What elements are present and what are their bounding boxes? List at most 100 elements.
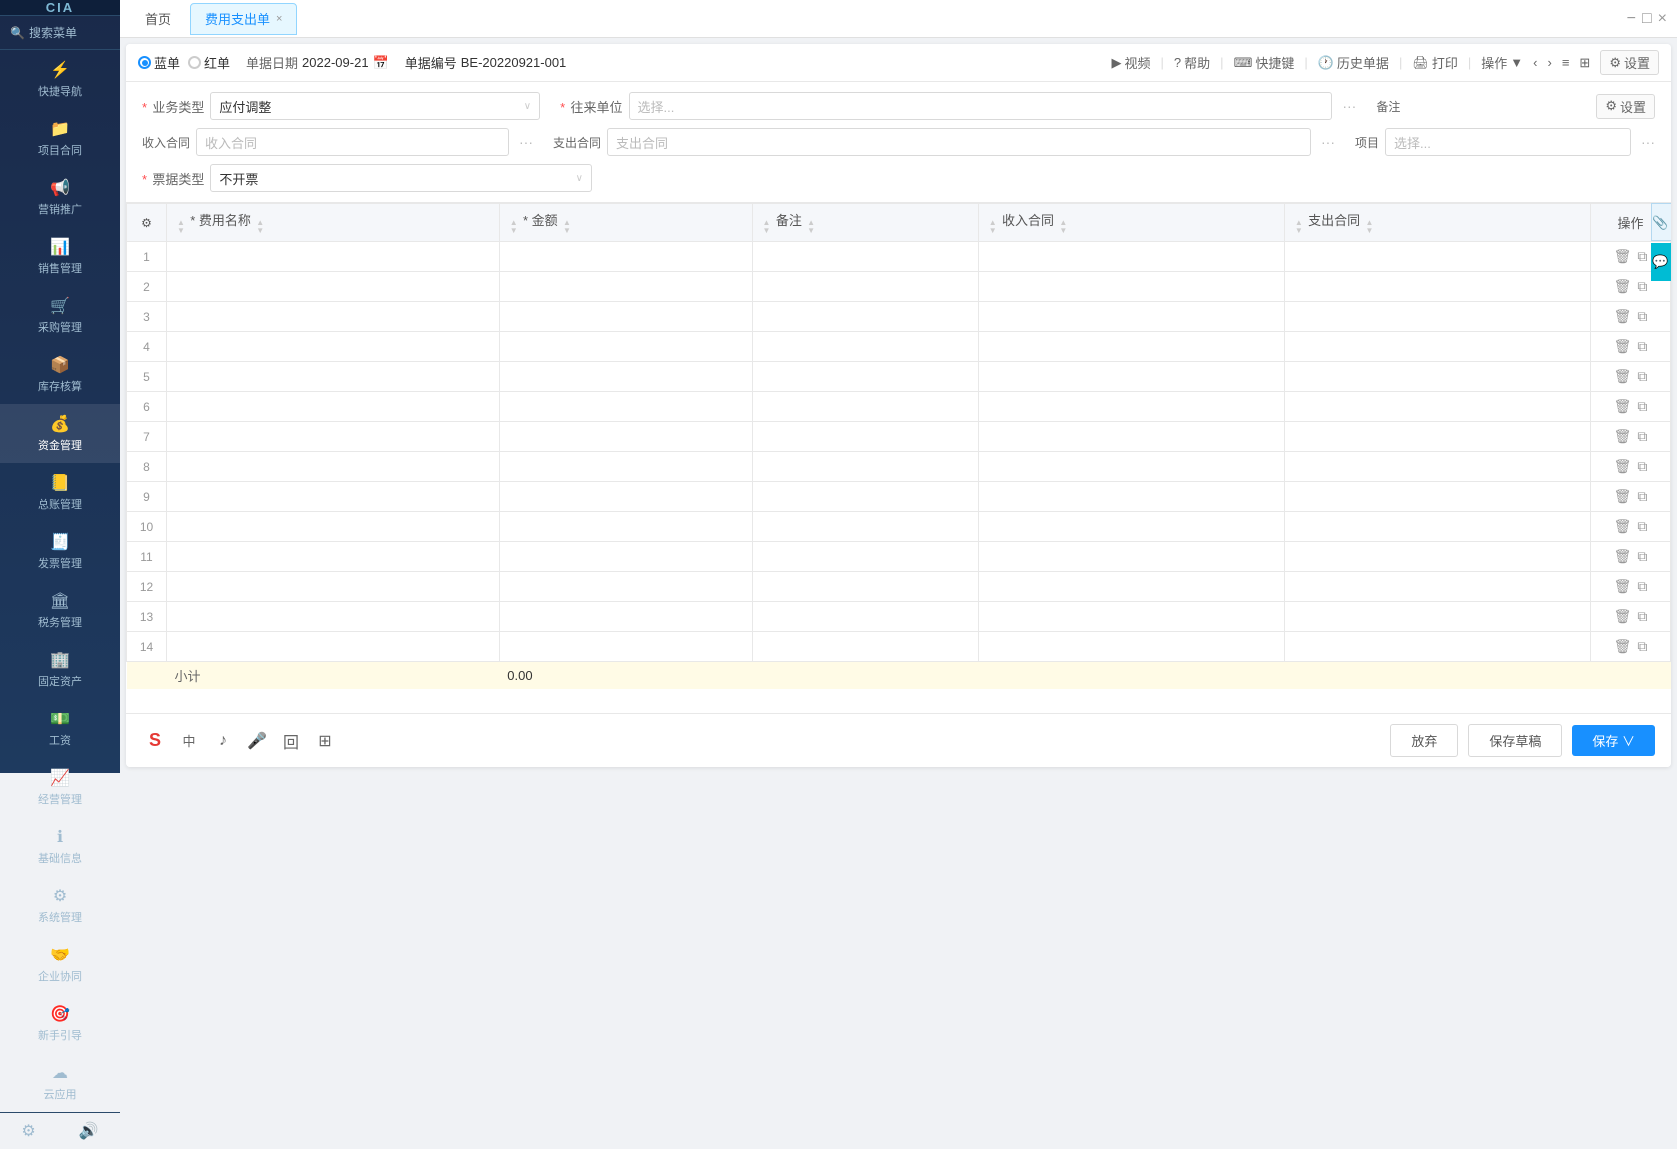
row-expense-name[interactable] <box>167 542 500 572</box>
row-expense-contract[interactable] <box>1284 572 1590 602</box>
row-expense-name[interactable] <box>167 422 500 452</box>
copy-icon[interactable]: ⧉ <box>1637 338 1647 355</box>
business-type-select[interactable]: 应付调整 ∨ <box>210 92 540 120</box>
row-amount[interactable] <box>499 632 752 662</box>
copy-icon[interactable]: ⧉ <box>1637 398 1647 415</box>
radio-blue-bill[interactable]: 蓝单 <box>138 53 180 72</box>
delete-icon[interactable]: 🗑 <box>1614 638 1632 655</box>
row-expense-name[interactable] <box>167 512 500 542</box>
row-income-contract[interactable] <box>978 542 1284 572</box>
footer-mic-icon[interactable]: 🎤 <box>244 728 270 754</box>
row-amount[interactable] <box>499 272 752 302</box>
counterparty-more-icon[interactable]: ··· <box>1342 98 1356 114</box>
row-amount[interactable] <box>499 452 752 482</box>
col-settings[interactable]: ⚙ <box>127 204 167 242</box>
delete-icon[interactable]: 🗑 <box>1614 578 1632 595</box>
row-expense-contract[interactable] <box>1284 632 1590 662</box>
row-amount[interactable] <box>499 302 752 332</box>
delete-icon[interactable]: 🗑 <box>1614 608 1632 625</box>
row-amount[interactable] <box>499 572 752 602</box>
row-expense-contract[interactable] <box>1284 602 1590 632</box>
delete-icon[interactable]: 🗑 <box>1614 458 1632 475</box>
float-green-btn[interactable]: 💬 <box>1651 243 1671 281</box>
print-btn[interactable]: 🖨 打印 <box>1412 53 1458 72</box>
delete-icon[interactable]: 🗑 <box>1614 248 1632 265</box>
row-notes[interactable] <box>752 602 978 632</box>
sidebar-settings-icon[interactable]: ⚙ <box>21 1121 35 1141</box>
footer-zh-icon[interactable]: 中 <box>176 728 202 754</box>
row-notes[interactable] <box>752 272 978 302</box>
save-button[interactable]: 保存 ∨ <box>1572 725 1655 756</box>
copy-icon[interactable]: ⧉ <box>1637 578 1647 595</box>
sidebar-item-accounting[interactable]: 📒 总账管理 <box>0 463 120 522</box>
income-contract-input[interactable]: 收入合同 <box>196 128 509 156</box>
sidebar-item-sales[interactable]: 📊 销售管理 <box>0 227 120 286</box>
row-expense-name[interactable] <box>167 392 500 422</box>
delete-icon[interactable]: 🗑 <box>1614 338 1632 355</box>
row-income-contract[interactable] <box>978 482 1284 512</box>
discard-button[interactable]: 放弃 <box>1390 724 1458 757</box>
row-amount[interactable] <box>499 242 752 272</box>
row-notes[interactable] <box>752 482 978 512</box>
row-expense-contract[interactable] <box>1284 392 1590 422</box>
sidebar-item-invoice[interactable]: 🧾 发票管理 <box>0 522 120 581</box>
copy-icon[interactable]: ⧉ <box>1637 608 1647 625</box>
row-expense-contract[interactable] <box>1284 332 1590 362</box>
row-expense-contract[interactable] <box>1284 542 1590 572</box>
copy-icon[interactable]: ⧉ <box>1637 368 1647 385</box>
row-expense-name[interactable] <box>167 632 500 662</box>
row-income-contract[interactable] <box>978 452 1284 482</box>
col-amount[interactable]: ▲▼ * 金额 ▲▼ <box>499 204 752 242</box>
delete-icon[interactable]: 🗑 <box>1614 428 1632 445</box>
row-income-contract[interactable] <box>978 602 1284 632</box>
row-income-contract[interactable] <box>978 392 1284 422</box>
row-amount[interactable] <box>499 332 752 362</box>
row-income-contract[interactable] <box>978 362 1284 392</box>
row-expense-contract[interactable] <box>1284 512 1590 542</box>
col-expense-contract[interactable]: ▲▼ 支出合同 ▲▼ <box>1284 204 1590 242</box>
row-notes[interactable] <box>752 452 978 482</box>
row-income-contract[interactable] <box>978 302 1284 332</box>
row-expense-name[interactable] <box>167 332 500 362</box>
copy-icon[interactable]: ⧉ <box>1637 278 1647 295</box>
expense-contract-more-icon[interactable]: ··· <box>1321 134 1335 150</box>
set-btn[interactable]: ⚙ 设置 <box>1600 50 1659 75</box>
row-notes[interactable] <box>752 572 978 602</box>
help-btn[interactable]: ? 帮助 <box>1174 53 1210 72</box>
row-expense-contract[interactable] <box>1284 302 1590 332</box>
sidebar-item-payroll[interactable]: 💵 工资 <box>0 699 120 758</box>
nav-next-btn[interactable]: › <box>1547 55 1551 70</box>
footer-grid-icon[interactable]: ⊞ <box>312 728 338 754</box>
form-set-btn[interactable]: ⚙ 设置 <box>1596 94 1655 119</box>
row-amount[interactable] <box>499 482 752 512</box>
copy-icon[interactable]: ⧉ <box>1637 428 1647 445</box>
row-amount[interactable] <box>499 392 752 422</box>
row-expense-name[interactable] <box>167 602 500 632</box>
sidebar-item-system[interactable]: ⚙ 系统管理 <box>0 876 120 935</box>
footer-return-icon[interactable]: 回 <box>278 728 304 754</box>
income-contract-more-icon[interactable]: ··· <box>519 134 533 150</box>
col-income-contract[interactable]: ▲▼ 收入合同 ▲▼ <box>978 204 1284 242</box>
row-notes[interactable] <box>752 332 978 362</box>
tab-expense[interactable]: 费用支出单 × <box>190 3 297 35</box>
nav-prev-btn[interactable]: ‹ <box>1533 55 1537 70</box>
delete-icon[interactable]: 🗑 <box>1614 548 1632 565</box>
copy-icon[interactable]: ⧉ <box>1637 308 1647 325</box>
row-notes[interactable] <box>752 512 978 542</box>
tab-close-icon[interactable]: × <box>276 13 282 25</box>
row-income-contract[interactable] <box>978 572 1284 602</box>
project-input[interactable]: 选择... <box>1385 128 1631 156</box>
sidebar-item-marketing[interactable]: 📢 营销推广 <box>0 168 120 227</box>
row-expense-contract[interactable] <box>1284 482 1590 512</box>
row-amount[interactable] <box>499 362 752 392</box>
project-more-icon[interactable]: ··· <box>1641 134 1655 150</box>
radio-red-bill[interactable]: 红单 <box>188 53 230 72</box>
copy-icon[interactable]: ⧉ <box>1637 458 1647 475</box>
copy-icon[interactable]: ⧉ <box>1637 518 1647 535</box>
row-expense-name[interactable] <box>167 452 500 482</box>
col-expense-name[interactable]: ▲▼ * 费用名称 ▲▼ <box>167 204 500 242</box>
delete-icon[interactable]: 🗑 <box>1614 308 1632 325</box>
sidebar-item-cloud[interactable]: ☁ 云应用 <box>0 1053 120 1112</box>
counterparty-input[interactable]: 选择... <box>629 92 1333 120</box>
copy-icon[interactable]: ⧉ <box>1637 488 1647 505</box>
